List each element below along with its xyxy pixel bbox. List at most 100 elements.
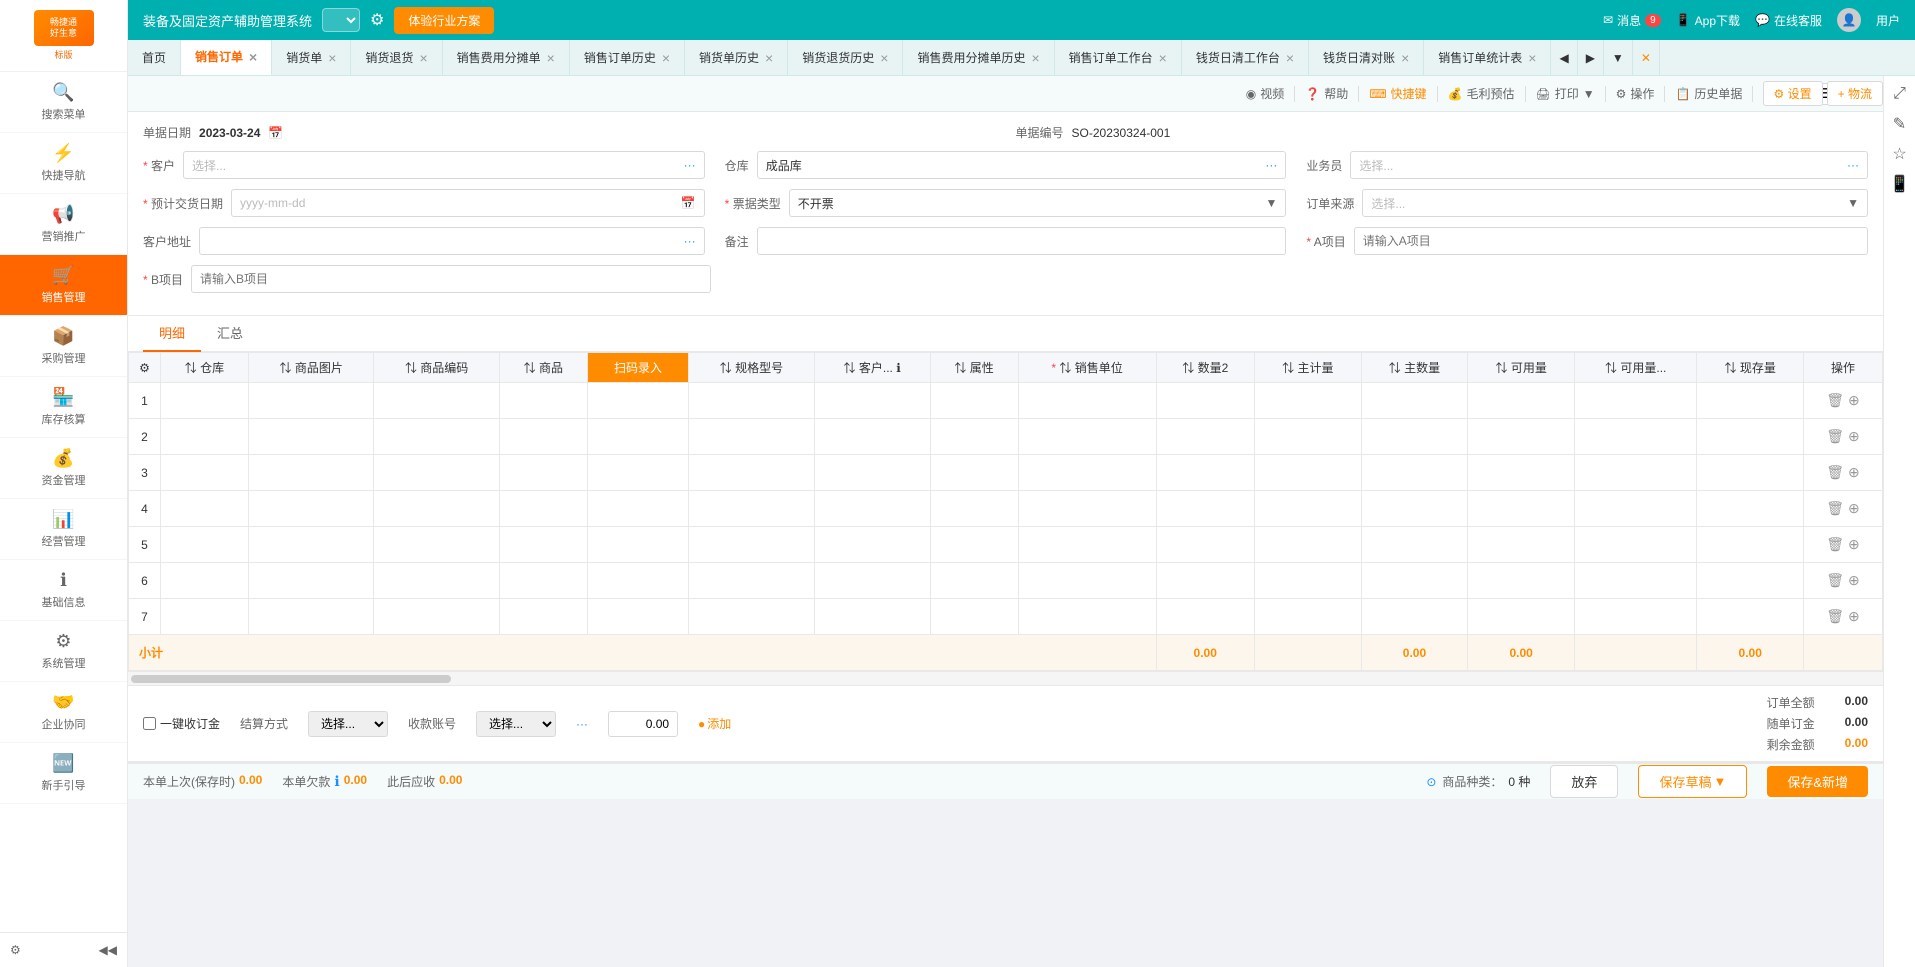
account-select[interactable]: 选择... (476, 711, 556, 737)
row-1-available[interactable] (1468, 383, 1575, 419)
calendar-icon[interactable]: 📅 (268, 126, 283, 140)
col-attr[interactable]: ⇅ 属性 (930, 353, 1018, 383)
curr-owe-info[interactable]: ℹ (334, 773, 339, 790)
sidebar-item-basic[interactable]: ℹ 基础信息 (0, 560, 127, 621)
row-2-main-qty[interactable] (1361, 419, 1468, 455)
tab-order-history[interactable]: 销售订单历史 × (570, 40, 685, 76)
customer-placeholder[interactable]: 选择... (192, 157, 684, 174)
sidebar-item-manage[interactable]: 📊 经营管理 (0, 499, 127, 560)
tab-sales-goods-close[interactable]: × (328, 50, 336, 66)
delivery-calendar-icon[interactable]: 📅 (681, 196, 696, 210)
row-3-qty2[interactable] (1156, 455, 1254, 491)
tab-order-workbench[interactable]: 销售订单工作台 × (1055, 40, 1182, 76)
row-3-warehouse[interactable] (161, 455, 249, 491)
col-spec[interactable]: ⇅ 规格型号 (689, 353, 814, 383)
tab-close-all-btn[interactable]: ✕ (1633, 40, 1660, 76)
row-1-current[interactable] (1697, 383, 1804, 419)
amount-input[interactable] (608, 711, 678, 737)
tab-menu-btn[interactable]: ▼ (1604, 40, 1633, 76)
row-1-unit[interactable] (1018, 383, 1156, 419)
row-3-customer-code[interactable] (814, 455, 930, 491)
ellipsis-icon[interactable]: ··· (576, 717, 588, 731)
sidebar-item-enterprise[interactable]: 🤝 企业协同 (0, 682, 127, 743)
customer-addr-ellipsis[interactable]: ··· (684, 234, 696, 248)
row-1-warehouse[interactable] (161, 383, 249, 419)
tab-return-history-close[interactable]: × (880, 50, 888, 66)
row-4-product[interactable] (499, 491, 587, 527)
payment-method-select[interactable]: 选择... (308, 711, 388, 737)
tab-reconcile[interactable]: 钱货日清对账 × (1309, 40, 1424, 76)
row-3-main-unit[interactable] (1254, 455, 1361, 491)
message-button[interactable]: ✉ 消息 9 (1603, 12, 1661, 29)
row-5-copy-icon[interactable]: ⊕ (1848, 536, 1860, 553)
row-1-attr[interactable] (930, 383, 1018, 419)
sidebar-item-inventory[interactable]: 🏪 库存核算 (0, 377, 127, 438)
online-service-button[interactable]: 💬 在线客服 (1755, 12, 1822, 29)
row-3-attr[interactable] (930, 455, 1018, 491)
row-4-delete-icon[interactable]: 🗑 (1826, 500, 1844, 517)
row-2-warehouse[interactable] (161, 419, 249, 455)
row-6-copy-icon[interactable]: ⊕ (1848, 572, 1860, 589)
row-3-product[interactable] (499, 455, 587, 491)
row-3-main-qty[interactable] (1361, 455, 1468, 491)
row-1-available2[interactable] (1575, 383, 1697, 419)
row-2-available2[interactable] (1575, 419, 1697, 455)
col-main-qty[interactable]: ⇅ 主数量 (1361, 353, 1468, 383)
toolbar-operation[interactable]: ⚙ 操作 (1616, 85, 1655, 102)
tab-expense-history-close[interactable]: × (1031, 50, 1039, 66)
remark-input[interactable] (757, 227, 1287, 255)
row-4-image[interactable] (248, 491, 373, 527)
add-button[interactable]: ● 添加 (698, 715, 731, 732)
invoice-select[interactable]: 不开票 ▼ (789, 189, 1287, 217)
row-4-spec[interactable] (689, 491, 814, 527)
col-product[interactable]: ⇅ 商品 (499, 353, 587, 383)
row-2-delete-icon[interactable]: 🗑 (1826, 428, 1844, 445)
col-customer-code[interactable]: ⇅ 客户... ℹ (814, 353, 930, 383)
col-code[interactable]: ⇅ 商品编码 (374, 353, 499, 383)
toolbar-help[interactable]: ❓ 帮助 (1305, 85, 1348, 102)
row-2-available[interactable] (1468, 419, 1575, 455)
row-2-attr[interactable] (930, 419, 1018, 455)
row-1-image[interactable] (248, 383, 373, 419)
row-5-delete-icon[interactable]: 🗑 (1826, 536, 1844, 553)
industry-button[interactable]: 体验行业方案 (394, 7, 494, 34)
save-new-button[interactable]: 保存&新增 (1767, 766, 1868, 797)
b-project-input[interactable] (191, 265, 711, 293)
detail-tab-detail[interactable]: 明细 (143, 316, 201, 352)
row-1-copy-icon[interactable]: ⊕ (1848, 392, 1860, 409)
tab-home[interactable]: 首页 (128, 40, 181, 76)
tab-daily-workbench-close[interactable]: × (1286, 50, 1294, 66)
row-2-copy-icon[interactable]: ⊕ (1848, 428, 1860, 445)
row-7-copy-icon[interactable]: ⊕ (1848, 608, 1860, 625)
row-2-image[interactable] (248, 419, 373, 455)
tab-return-history[interactable]: 销货退货历史 × (788, 40, 903, 76)
sidebar-item-newbie[interactable]: 🆕 新手引导 (0, 743, 127, 804)
tab-return[interactable]: 销货退货 × (351, 40, 442, 76)
toolbar-video[interactable]: ◉ 视频 (1246, 85, 1285, 102)
row-2-current[interactable] (1697, 419, 1804, 455)
sidebar-item-purchase[interactable]: 📦 采购管理 (0, 316, 127, 377)
sidebar-settings-icon[interactable]: ⚙ (10, 943, 21, 957)
tab-goods-history-close[interactable]: × (765, 50, 773, 66)
sidebar-item-finance[interactable]: 💰 资金管理 (0, 438, 127, 499)
row-4-main-unit[interactable] (1254, 491, 1361, 527)
tab-stats-close[interactable]: × (1528, 50, 1536, 66)
row-1-customer-code[interactable] (814, 383, 930, 419)
row-3-spec[interactable] (689, 455, 814, 491)
tab-expense[interactable]: 销售费用分摊单 × (443, 40, 570, 76)
tab-next-btn[interactable]: ▶ (1578, 40, 1604, 76)
tab-order-history-close[interactable]: × (662, 50, 670, 66)
col-main-unit[interactable]: ⇅ 主计量 (1254, 353, 1361, 383)
row-3-code[interactable] (374, 455, 499, 491)
tab-prev-btn[interactable]: ◀ (1551, 40, 1577, 76)
row-3-current[interactable] (1697, 455, 1804, 491)
row-2-main-unit[interactable] (1254, 419, 1361, 455)
sidebar-item-system[interactable]: ⚙ 系统管理 (0, 621, 127, 682)
staff-placeholder[interactable]: 选择... (1359, 157, 1847, 174)
system-selector[interactable] (322, 8, 360, 32)
right-icon-mobile[interactable]: 📱 (1886, 170, 1914, 198)
product-count-icon[interactable]: ⊙ (1426, 775, 1436, 789)
tab-expense-history[interactable]: 销售费用分摊单历史 × (903, 40, 1054, 76)
tab-goods-history[interactable]: 销货单历史 × (685, 40, 788, 76)
a-project-input[interactable] (1354, 227, 1868, 255)
